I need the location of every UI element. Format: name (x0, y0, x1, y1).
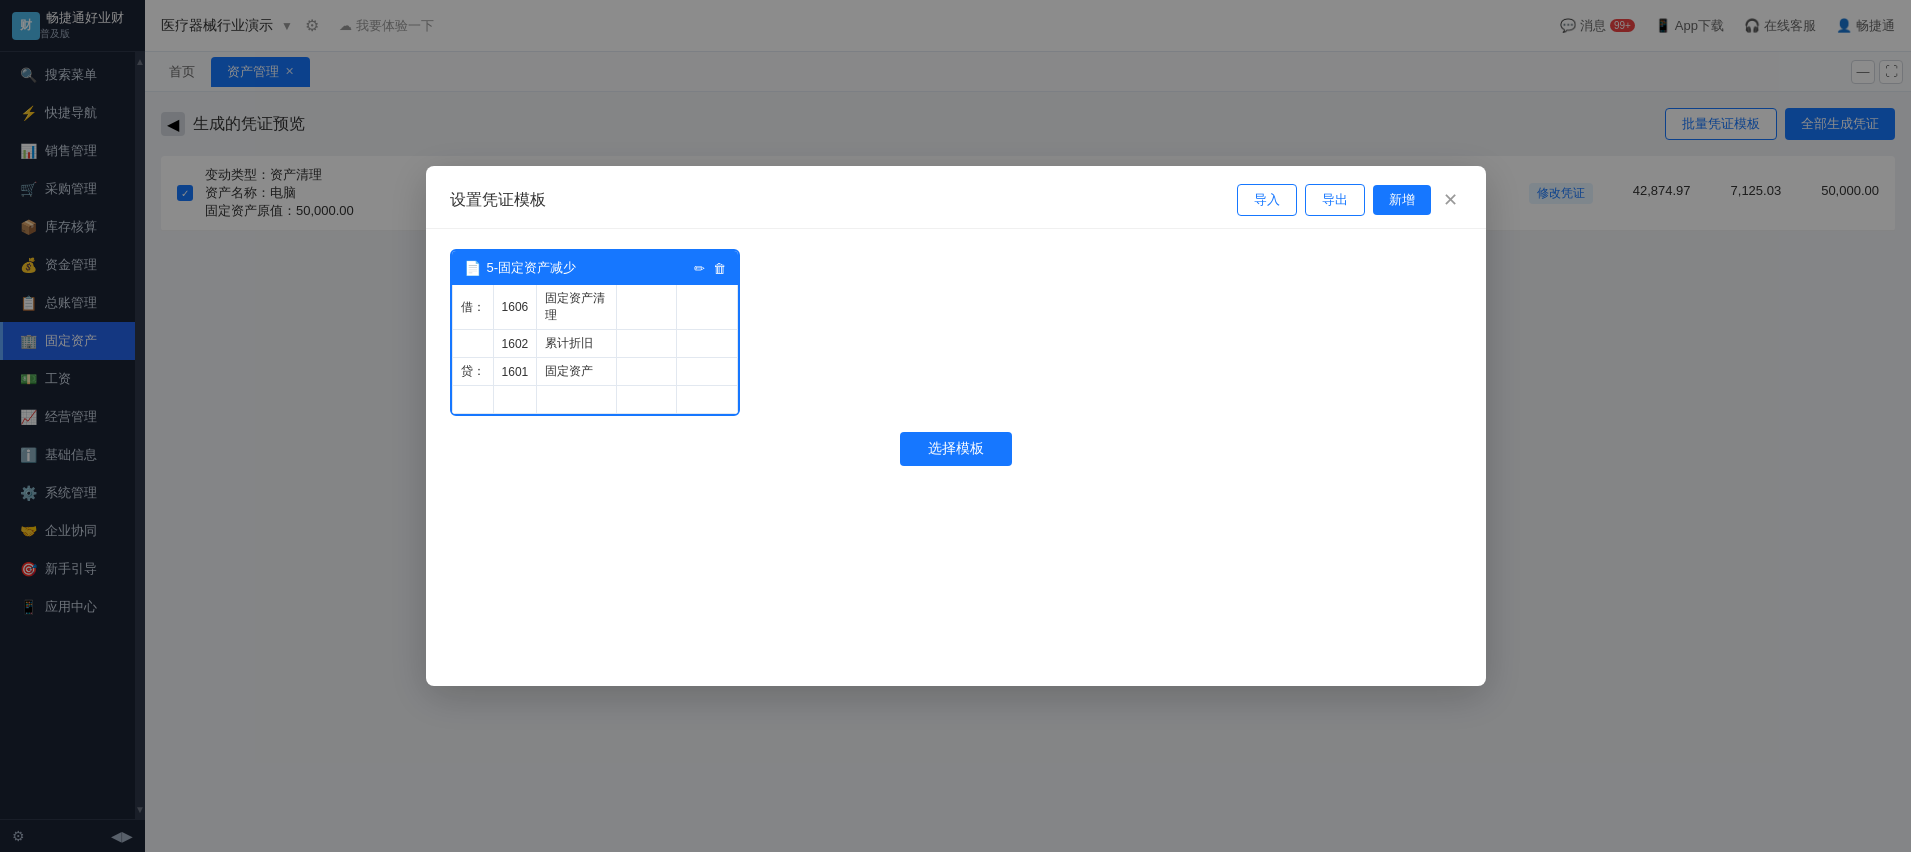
modal-title: 设置凭证模板 (450, 190, 546, 211)
select-btn-wrapper: 选择模板 (450, 432, 1462, 466)
modal-close-icon[interactable]: ✕ (1439, 185, 1462, 215)
select-template-btn[interactable]: 选择模板 (900, 432, 1012, 466)
template-entry-row: 贷： 1601 固定资产 (452, 358, 737, 386)
entry-credit (677, 285, 737, 330)
entry-credit (677, 330, 737, 358)
entry-side (452, 330, 493, 358)
template-card: 📄 5-固定资产减少 ✏ 🗑 借： 1606 固定资产清理 1602 累计折旧 (450, 249, 740, 416)
template-entry-row: 1602 累计折旧 (452, 330, 737, 358)
modal-header-actions: 导入 导出 新增 ✕ (1237, 184, 1462, 216)
template-name: 5-固定资产减少 (487, 259, 577, 277)
template-empty-row (452, 386, 737, 414)
template-table: 借： 1606 固定资产清理 1602 累计折旧 贷： 1601 固定资产 (452, 285, 738, 414)
template-entry-row: 借： 1606 固定资产清理 (452, 285, 737, 330)
modal-overlay[interactable]: 设置凭证模板 导入 导出 新增 ✕ 📄 5-固定资产减少 ✏ 🗑 (0, 0, 1911, 852)
entry-credit (677, 358, 737, 386)
entry-name: 累计折旧 (537, 330, 617, 358)
entry-code: 1601 (493, 358, 537, 386)
import-btn[interactable]: 导入 (1237, 184, 1297, 216)
document-icon: 📄 (464, 260, 481, 276)
export-btn[interactable]: 导出 (1305, 184, 1365, 216)
entry-name: 固定资产清理 (537, 285, 617, 330)
entry-code: 1606 (493, 285, 537, 330)
entry-code: 1602 (493, 330, 537, 358)
modal-header: 设置凭证模板 导入 导出 新增 ✕ (426, 166, 1486, 229)
entry-name: 固定资产 (537, 358, 617, 386)
template-card-actions: ✏ 🗑 (694, 261, 726, 276)
entry-side: 贷： (452, 358, 493, 386)
template-card-title-area: 📄 5-固定资产减少 (464, 259, 577, 277)
entry-side: 借： (452, 285, 493, 330)
template-body: 借： 1606 固定资产清理 1602 累计折旧 贷： 1601 固定资产 (452, 285, 738, 414)
edit-icon[interactable]: ✏ (694, 261, 705, 276)
template-card-header: 📄 5-固定资产减少 ✏ 🗑 (452, 251, 738, 285)
entry-debit (617, 330, 677, 358)
modal-dialog: 设置凭证模板 导入 导出 新增 ✕ 📄 5-固定资产减少 ✏ 🗑 (426, 166, 1486, 686)
modal-body: 📄 5-固定资产减少 ✏ 🗑 借： 1606 固定资产清理 1602 累计折旧 (426, 229, 1486, 686)
delete-icon[interactable]: 🗑 (713, 261, 726, 276)
entry-debit (617, 358, 677, 386)
new-btn[interactable]: 新增 (1373, 185, 1431, 215)
entry-debit (617, 285, 677, 330)
